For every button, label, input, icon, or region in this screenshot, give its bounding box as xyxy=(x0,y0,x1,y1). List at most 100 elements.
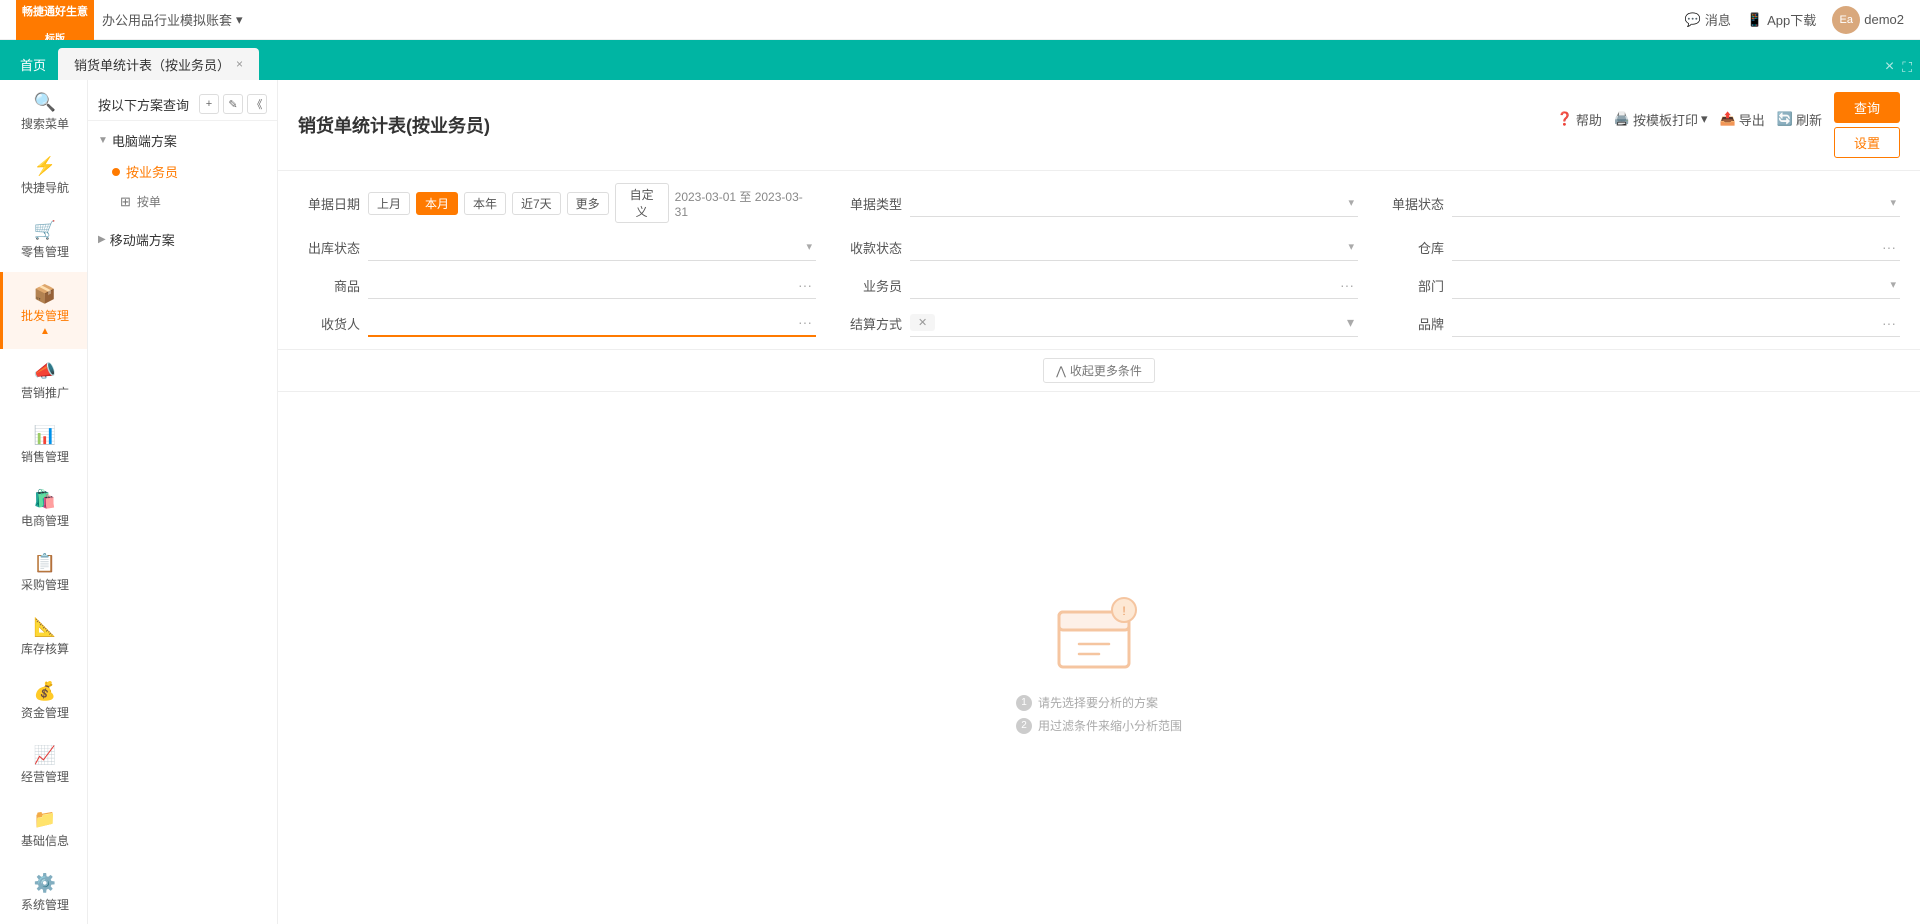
empty-state: ! 1 请先选择要分析的方案 2 用过滤条件来缩小分析范围 xyxy=(278,392,1920,924)
export-btn[interactable]: 📤 导出 xyxy=(1720,110,1765,129)
brand-control[interactable]: ··· xyxy=(1452,309,1900,337)
tab-home[interactable]: 首页 xyxy=(8,48,58,80)
refresh-icon: 🔄 xyxy=(1777,111,1793,127)
sidebar-item-inventory[interactable]: 📐 库存核算 xyxy=(0,605,87,669)
receiver-control[interactable]: ··· xyxy=(368,309,816,337)
date-btn-this-month[interactable]: 本月 xyxy=(416,192,458,215)
sidebar-item-marketing[interactable]: 📣 营销推广 xyxy=(0,349,87,413)
collapse-bar: ⋀ 收起更多条件 xyxy=(278,350,1920,392)
settings-button[interactable]: 设置 xyxy=(1834,127,1900,158)
print-icon: 🖨️ xyxy=(1614,111,1630,127)
inventory-icon: 📐 xyxy=(34,617,56,638)
top-bar-right: 💬 消息 📱 App下载 Ea demo2 xyxy=(1685,6,1904,34)
collapse-up-icon: ⋀ xyxy=(1056,364,1066,378)
tab-sales-stat[interactable]: 销货单统计表（按业务员） × xyxy=(58,48,259,80)
download-icon: 📱 xyxy=(1747,12,1763,28)
salesperson-label: 业务员 xyxy=(840,276,910,295)
edit-scheme-btn[interactable]: ✎ xyxy=(223,94,243,114)
empty-svg: ! xyxy=(1049,582,1149,682)
message-btn[interactable]: 💬 消息 xyxy=(1685,10,1731,29)
close-tag-icon[interactable]: ✕ xyxy=(918,316,927,329)
chevron-down-icon: ▾ xyxy=(236,12,243,28)
export-icon: 📤 xyxy=(1720,111,1736,127)
out-status-control[interactable] xyxy=(368,233,816,261)
page-header: 销货单统计表(按业务员) ❓ 帮助 🖨️ 按模板打印 ▾ � xyxy=(278,80,1920,171)
shortcut-icon: ⚡ xyxy=(34,156,56,177)
sidebar-item-ecommerce[interactable]: 🛍️ 电商管理 xyxy=(0,477,87,541)
doc-status-control[interactable] xyxy=(1452,189,1900,217)
left-panel: 按以下方案查询 + ✎ 《 ▼ 电脑端方案 按业务员 ⊞ 按单 xyxy=(88,80,278,924)
sidebar-item-base[interactable]: 📁 基础信息 xyxy=(0,797,87,861)
sidebar-item-retail[interactable]: 🛒 零售管理 xyxy=(0,208,87,272)
date-btn-this-year[interactable]: 本年 xyxy=(464,192,506,215)
scheme-group-desktop-title[interactable]: ▼ 电脑端方案 xyxy=(88,125,277,156)
step1-num: 1 xyxy=(1016,695,1032,711)
content-area: 按以下方案查询 + ✎ 《 ▼ 电脑端方案 按业务员 ⊞ 按单 xyxy=(88,80,1920,924)
purchase-icon: 📋 xyxy=(34,553,56,574)
filter-row-3: 商品 ··· 业务员 ··· 部门 xyxy=(298,271,1900,299)
svg-text:!: ! xyxy=(1122,604,1125,618)
date-btn-last-month[interactable]: 上月 xyxy=(368,192,410,215)
payment-control[interactable]: ✕ ▾ xyxy=(910,309,1358,337)
help-icon: ❓ xyxy=(1557,111,1573,127)
sidebar-item-wholesale[interactable]: 📦 批发管理 ▲ xyxy=(0,272,87,349)
collect-status-control[interactable] xyxy=(910,233,1358,261)
query-button[interactable]: 查询 xyxy=(1834,92,1900,123)
empty-steps: 1 请先选择要分析的方案 2 用过滤条件来缩小分析范围 xyxy=(1016,694,1182,734)
sidebar-item-purchase[interactable]: 📋 采购管理 xyxy=(0,541,87,605)
sidebar-item-system[interactable]: ⚙️ 系统管理 xyxy=(0,861,87,924)
page-header-actions: ❓ 帮助 🖨️ 按模板打印 ▾ 📤 导出 � xyxy=(1557,110,1822,141)
top-bar: 畅捷通好生意 标版 办公用品行业模拟账套 ▾ 💬 消息 📱 App下载 Ea d… xyxy=(0,0,1920,40)
sidebar-item-shortcut[interactable]: ⚡ 快捷导航 xyxy=(0,144,87,208)
doc-status-label: 单据状态 xyxy=(1382,194,1452,213)
receiver-input[interactable] xyxy=(368,315,816,330)
filter-row-4: 收货人 ··· 结算方式 ✕ ▾ 品牌 xyxy=(298,309,1900,337)
app-download-btn[interactable]: 📱 App下载 xyxy=(1747,10,1816,29)
date-btn-more[interactable]: 更多 xyxy=(567,192,609,215)
filter-area: 单据日期 上月 本月 本年 近7天 更多 自定义 2023-03-01 至 20… xyxy=(278,171,1920,350)
left-panel-header: 按以下方案查询 + ✎ 《 xyxy=(88,88,277,121)
payment-label: 结算方式 xyxy=(840,314,910,333)
tab-close-icon[interactable]: × xyxy=(236,57,243,71)
window-max-btn[interactable]: ⛶ xyxy=(1902,59,1912,76)
doc-type-label: 单据类型 xyxy=(840,194,910,213)
doc-type-control[interactable] xyxy=(910,189,1358,217)
scheme-item-by-salesperson[interactable]: 按业务员 xyxy=(88,156,277,187)
add-scheme-btn[interactable]: + xyxy=(199,94,219,114)
sidebar-item-finance[interactable]: 💰 资金管理 xyxy=(0,669,87,733)
sidebar-item-operation[interactable]: 📈 经营管理 xyxy=(0,733,87,797)
print-btn[interactable]: 🖨️ 按模板打印 ▾ xyxy=(1614,110,1708,129)
warehouse-control[interactable]: ··· xyxy=(1452,233,1900,261)
window-close-btn[interactable]: × xyxy=(1885,58,1894,76)
print-arrow-icon: ▾ xyxy=(1701,111,1708,127)
empty-step-1: 1 请先选择要分析的方案 xyxy=(1016,694,1182,711)
retail-icon: 🛒 xyxy=(34,220,56,241)
wholesale-icon: 📦 xyxy=(34,284,56,305)
filter-row-1: 单据日期 上月 本月 本年 近7天 更多 自定义 2023-03-01 至 20… xyxy=(298,183,1900,223)
department-control[interactable] xyxy=(1452,271,1900,299)
grid-icon: ⊞ xyxy=(120,194,131,210)
goods-label: 商品 xyxy=(298,276,368,295)
date-btn-custom[interactable]: 自定义 xyxy=(615,183,669,223)
warehouse-label: 仓库 xyxy=(1382,238,1452,257)
brand-label: 品牌 xyxy=(1382,314,1452,333)
date-btn-7days[interactable]: 近7天 xyxy=(512,192,561,215)
scheme-item-by-order[interactable]: ⊞ 按单 xyxy=(88,187,277,216)
user-avatar[interactable]: Ea demo2 xyxy=(1832,6,1904,34)
company-selector[interactable]: 办公用品行业模拟账套 ▾ xyxy=(102,10,243,29)
payment-tag: ✕ xyxy=(910,314,935,331)
help-btn[interactable]: ❓ 帮助 xyxy=(1557,110,1602,129)
sidebar-item-search[interactable]: 🔍 搜索菜单 xyxy=(0,80,87,144)
scheme-group-mobile: ▶ 移动端方案 xyxy=(88,220,277,259)
collapse-btn[interactable]: ⋀ 收起更多条件 xyxy=(1043,358,1155,383)
collapse-panel-btn[interactable]: 《 xyxy=(247,94,267,114)
salesperson-control[interactable]: ··· xyxy=(910,271,1358,299)
department-label: 部门 xyxy=(1382,276,1452,295)
refresh-btn[interactable]: 🔄 刷新 xyxy=(1777,110,1822,129)
scheme-group-mobile-title[interactable]: ▶ 移动端方案 xyxy=(88,224,277,255)
active-dot xyxy=(112,168,120,176)
empty-step-2: 2 用过滤条件来缩小分析范围 xyxy=(1016,717,1182,734)
empty-illustration: ! xyxy=(1049,582,1149,682)
goods-control[interactable]: ··· xyxy=(368,271,816,299)
sidebar-item-sales[interactable]: 📊 销售管理 xyxy=(0,413,87,477)
